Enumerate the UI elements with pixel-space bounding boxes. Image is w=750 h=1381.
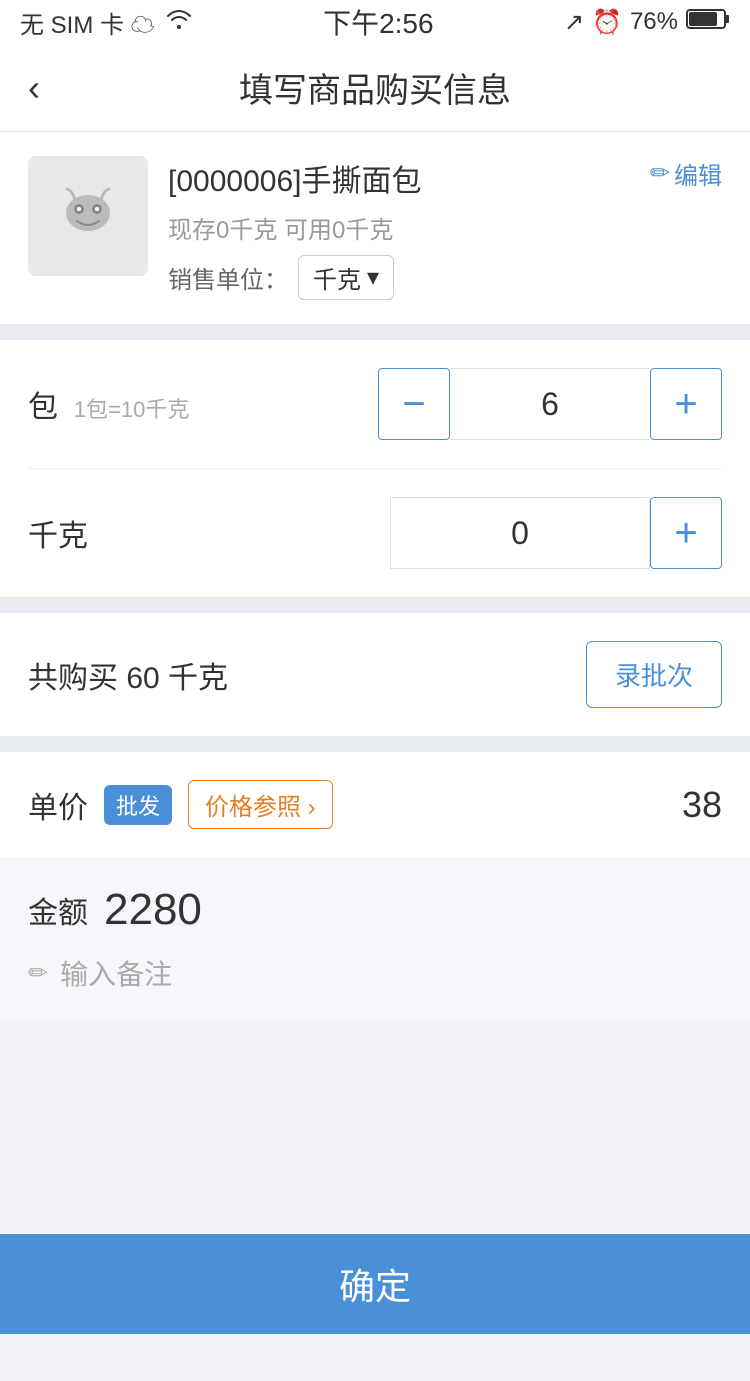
note-row[interactable]: ✏ 输入备注 — [28, 953, 722, 993]
section-divider-1 — [0, 324, 750, 340]
product-unit-row: 销售单位： 千克 ▾ — [168, 255, 630, 300]
battery-text: 76% — [630, 8, 678, 36]
wifi-icon — [165, 8, 193, 36]
amount-section: 金额 2280 ✏ 输入备注 — [0, 857, 750, 1021]
price-label: 单价 — [28, 783, 88, 827]
confirm-bar[interactable]: 确定 — [0, 1234, 750, 1334]
product-name: [0000006]手撕面包 — [168, 156, 630, 200]
total-section: 共购买 60 千克 录批次 — [0, 613, 750, 736]
status-bar: 无 SIM 卡 ☁ 下午2:56 ↗ ⏰ 76% — [0, 0, 750, 44]
product-info: [0000006]手撕面包 现存0千克 可用0千克 销售单位： 千克 ▾ — [168, 156, 630, 300]
price-reference-button[interactable]: 价格参照 › — [188, 780, 333, 829]
price-type-tag: 批发 — [104, 785, 172, 825]
quantity-row-bao: 包 1包=10千克 − + — [28, 340, 722, 469]
section-divider-2 — [0, 597, 750, 613]
nav-bar: ‹ 填写商品购买信息 — [0, 44, 750, 132]
quantity-row-kg: 千克 + — [28, 469, 722, 597]
back-button[interactable]: ‹ — [28, 67, 40, 109]
quantity-label-kg: 千克 — [28, 511, 88, 555]
increment-kg-button[interactable]: + — [650, 497, 722, 569]
edit-icon: ✏ — [650, 159, 670, 188]
product-stock: 现存0千克 可用0千克 — [168, 210, 630, 245]
location-icon: ↗ — [564, 8, 584, 37]
price-value: 38 — [682, 784, 722, 826]
amount-value: 2280 — [104, 885, 202, 935]
quantity-hint-bao: 1包=10千克 — [74, 397, 190, 422]
pencil-icon: ✏ — [28, 959, 48, 988]
status-left: 无 SIM 卡 ☁ — [20, 5, 193, 40]
quantity-label-bao: 包 1包=10千克 — [28, 382, 189, 426]
amount-label: 金额 — [28, 888, 88, 932]
product-card: [0000006]手撕面包 现存0千克 可用0千克 销售单位： 千克 ▾ ✏ 编… — [0, 132, 750, 324]
note-placeholder: 输入备注 — [60, 953, 172, 993]
amount-row: 金额 2280 — [28, 885, 722, 935]
price-section: 单价 批发 价格参照 › 38 — [0, 752, 750, 857]
confirm-button[interactable]: 确定 — [339, 1258, 411, 1310]
battery-icon — [686, 8, 730, 37]
page-title: 填写商品购买信息 — [239, 63, 511, 112]
quantity-controls-kg: + — [390, 497, 722, 569]
quantity-controls-bao: − + — [378, 368, 722, 440]
quantity-section: 包 1包=10千克 − + 千克 + — [0, 340, 750, 597]
decrement-bao-button[interactable]: − — [378, 368, 450, 440]
quantity-input-kg[interactable] — [390, 497, 650, 569]
batch-button[interactable]: 录批次 — [586, 641, 722, 708]
dropdown-icon: ▾ — [367, 263, 379, 292]
status-time: 下午2:56 — [323, 2, 434, 42]
status-right: ↗ ⏰ 76% — [564, 8, 730, 37]
total-text: 共购买 60 千克 — [28, 653, 228, 697]
product-thumbnail — [28, 156, 148, 276]
quantity-input-bao[interactable] — [450, 368, 650, 440]
section-divider-3 — [0, 736, 750, 752]
unit-label: 销售单位： — [168, 260, 288, 295]
alarm-icon: ⏰ — [592, 8, 622, 37]
increment-bao-button[interactable]: + — [650, 368, 722, 440]
unit-select[interactable]: 千克 ▾ — [298, 255, 394, 300]
price-left: 单价 批发 价格参照 › — [28, 780, 333, 829]
edit-button[interactable]: ✏ 编辑 — [650, 156, 722, 191]
no-sim-text: 无 SIM 卡 ☁ — [20, 5, 155, 40]
